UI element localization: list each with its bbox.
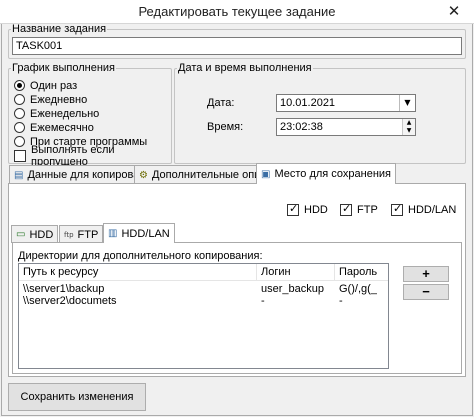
task-name-input[interactable]: TASK001 (12, 37, 462, 55)
remove-directory-button[interactable]: − (403, 284, 449, 300)
subtab-ftp[interactable]: ftp FTP (59, 225, 104, 243)
dest-hdd-checkbox[interactable] (287, 202, 299, 216)
missed-run-label: Выполнять если пропущено (31, 143, 115, 168)
ftp-icon: ftp (64, 230, 74, 239)
radio-label: Еженедельно (30, 107, 100, 120)
storage-panel: HDD FTP HDD/LAN ▭ HDD ftp FTP ▥ HDD/LAN … (8, 183, 466, 377)
dest-lan-label: HDD/LAN (408, 204, 457, 216)
missed-run-checkbox-row[interactable]: Выполнять если пропущено (14, 144, 170, 168)
list-title: Директории для дополнительного копирован… (18, 250, 263, 262)
tab-label: Дополнительные опции (151, 169, 273, 181)
options-icon: ⚙ (139, 169, 148, 181)
date-picker[interactable]: 10.01.2021 ▼ (276, 94, 416, 112)
radio-button[interactable] (14, 80, 25, 91)
subtab-label: FTP (77, 228, 99, 241)
dest-lan-checkbox[interactable] (391, 202, 403, 216)
chevron-down-icon[interactable]: ▼ (399, 95, 415, 111)
radio-button[interactable] (14, 136, 25, 147)
radio-button[interactable] (14, 94, 25, 105)
radio-label: Ежедневно (30, 93, 88, 106)
subtab-hdd-lan[interactable]: ▥ HDD/LAN (103, 223, 175, 243)
radio-button[interactable] (14, 122, 25, 133)
missed-run-checkbox[interactable] (14, 149, 26, 162)
column-header-login[interactable]: Логин (257, 264, 335, 281)
hdd-icon: ▭ (16, 229, 26, 240)
subtab-hdd[interactable]: ▭ HDD (11, 225, 59, 243)
schedule-option-weekly[interactable]: Еженедельно (14, 107, 99, 120)
dest-lan-checkbox-row[interactable]: HDD/LAN (391, 202, 457, 216)
dest-ftp-label: FTP (357, 204, 378, 216)
column-header-path[interactable]: Путь к ресурсу (19, 264, 257, 281)
time-label: Время: (207, 121, 244, 133)
cell-login: user_backup (261, 283, 324, 295)
save-changes-button[interactable]: Сохранить изменения (8, 383, 146, 411)
cell-password: - (339, 295, 343, 307)
lan-panel: Директории для дополнительного копирован… (12, 242, 462, 374)
radio-label: Один раз (30, 79, 78, 92)
close-icon[interactable]: ✕ (444, 2, 464, 20)
radio-button[interactable] (14, 108, 25, 119)
task-name-label: Название задания (12, 23, 107, 35)
subtab-label: HDD/LAN (121, 227, 170, 240)
lan-icon: ▥ (108, 228, 118, 239)
schedule-options: Один раз Ежедневно Еженедельно Ежемесячн… (10, 79, 170, 168)
storage-icon: ▣ (261, 168, 271, 180)
tab-label: Место для сохранения (274, 168, 392, 180)
cell-login: - (261, 295, 265, 307)
datetime-legend: Дата и время выполнения (178, 62, 312, 74)
subtab-label: HDD (29, 228, 54, 241)
date-label: Дата: (207, 97, 235, 109)
table-row[interactable]: \\server2\documets - - (19, 295, 388, 307)
schedule-option-daily[interactable]: Ежедневно (14, 93, 87, 106)
title-bar: Редактировать текущее задание ✕ (0, 0, 474, 24)
lan-dirs-list[interactable]: Путь к ресурсу Логин Пароль \\server1\ba… (18, 263, 389, 369)
schedule-option-once[interactable]: Один раз (14, 79, 77, 92)
time-spinner[interactable]: 23:02:38 ▲ ▼ (276, 118, 416, 136)
schedule-option-monthly[interactable]: Ежемесячно (14, 121, 94, 134)
time-value: 23:02:38 (280, 121, 323, 133)
add-directory-button[interactable]: + (403, 266, 449, 282)
dest-ftp-checkbox[interactable] (340, 202, 352, 216)
tab-storage-location[interactable]: ▣ Место для сохранения (256, 163, 397, 184)
dest-ftp-checkbox-row[interactable]: FTP (340, 202, 378, 216)
cell-path: \\server1\backup (23, 283, 105, 295)
time-spin-buttons[interactable]: ▲ ▼ (402, 119, 415, 135)
datetime-group: Дата и время выполнения (174, 62, 466, 164)
cell-path: \\server2\documets (23, 295, 117, 307)
date-value: 10.01.2021 (280, 97, 336, 109)
copy-data-icon: ▤ (14, 169, 24, 181)
dest-hdd-label: HDD (304, 204, 328, 216)
table-row[interactable]: \\server1\backup user_backup G()/,g(_ (19, 283, 388, 295)
schedule-legend: График выполнения (12, 62, 116, 74)
column-header-password[interactable]: Пароль (335, 264, 388, 281)
dest-hdd-checkbox-row[interactable]: HDD (287, 202, 328, 216)
spin-down-icon[interactable]: ▼ (402, 127, 415, 135)
cell-password: G()/,g(_ (339, 283, 377, 295)
radio-label: Ежемесячно (30, 121, 94, 134)
spin-up-icon[interactable]: ▲ (402, 119, 415, 127)
window-title: Редактировать текущее задание (138, 4, 336, 19)
